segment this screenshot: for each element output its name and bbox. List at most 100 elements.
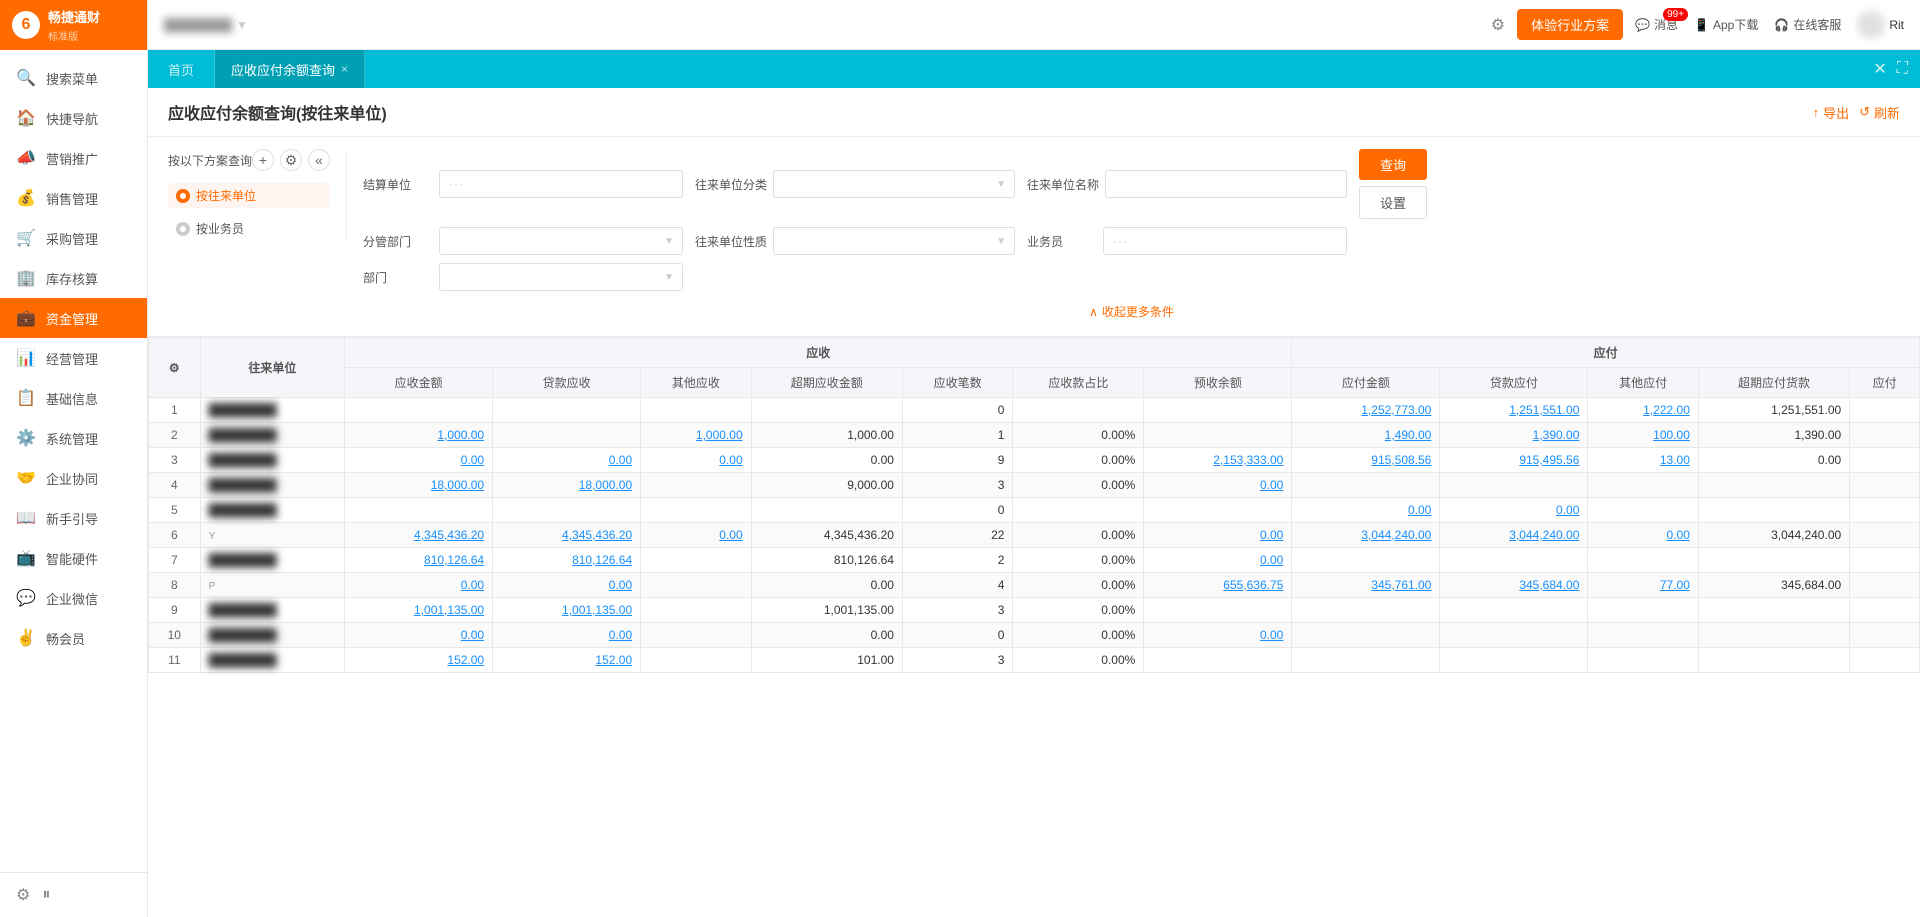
sidebar-item-operation[interactable]: 📊 经营管理 xyxy=(0,338,147,378)
row-ap-extra xyxy=(1850,548,1920,573)
row-ap-extra xyxy=(1850,398,1920,423)
sidebar-item-label: 采购管理 xyxy=(46,229,98,248)
settings-button[interactable]: 设置 xyxy=(1359,186,1427,219)
system-icon: ⚙️ xyxy=(16,428,36,448)
row-index: 8 xyxy=(149,573,201,598)
row-index: 6 xyxy=(149,523,201,548)
row-ar-count: 0 xyxy=(902,498,1013,523)
row-ar-amount: 1,000.00 xyxy=(345,423,493,448)
table-row: 9 ████████ 1,001,135.00 1,001,135.00 1,0… xyxy=(149,598,1920,623)
row-index: 2 xyxy=(149,423,201,448)
sidebar-item-label: 搜索菜单 xyxy=(46,69,98,88)
tab-home[interactable]: 首页 xyxy=(148,50,215,88)
dept-manager-input[interactable]: ▼ xyxy=(439,227,683,255)
sidebar-item-guide[interactable]: 📖 新手引导 xyxy=(0,498,147,538)
table-row: 11 ████████ 152.00 152.00 101.00 3 0.00% xyxy=(149,648,1920,673)
customer-service-btn[interactable]: 🎧 在线客服 xyxy=(1774,16,1841,33)
notification-btn[interactable]: 💬 消息 99+ xyxy=(1635,16,1678,33)
basic-icon: 📋 xyxy=(16,388,36,408)
settings-footer-icon[interactable]: ⚙ xyxy=(16,885,30,905)
tabbar-close-icon[interactable]: ✕ xyxy=(1873,59,1886,79)
export-button[interactable]: ↑ 导出 xyxy=(1813,103,1850,122)
refresh-label: 刷新 xyxy=(1874,103,1900,122)
scheme-by-staff[interactable]: 按业务员 xyxy=(168,216,330,241)
row-ap-extra xyxy=(1850,573,1920,598)
row-partner: ████████ xyxy=(200,598,345,623)
salesperson-input[interactable]: ··· xyxy=(1103,227,1347,255)
th-ar-loan: 贷款应收 xyxy=(493,368,641,398)
sidebar-item-enterprise-coop[interactable]: 🤝 企业协同 xyxy=(0,458,147,498)
home-icon: 🏠 xyxy=(16,108,36,128)
sidebar-item-label: 系统管理 xyxy=(46,429,98,448)
tab-receivable[interactable]: 应收应付余额查询 × xyxy=(215,50,365,88)
customer-service-icon: 🎧 xyxy=(1774,18,1789,32)
sidebar-item-search-menu[interactable]: 🔍 搜索菜单 xyxy=(0,58,147,98)
settlement-unit-input[interactable]: ··· xyxy=(439,170,683,198)
app-name: 畅捷通财 xyxy=(48,7,100,26)
partner-name-input[interactable] xyxy=(1105,170,1347,198)
sidebar-item-label: 企业协同 xyxy=(46,469,98,488)
sidebar-item-inventory[interactable]: 🏢 库存核算 xyxy=(0,258,147,298)
scheme-dot-partner xyxy=(176,189,190,203)
row-ap-overdue xyxy=(1698,548,1849,573)
row-ap-other xyxy=(1588,623,1699,648)
row-ar-other xyxy=(641,398,752,423)
sidebar-item-quick-nav[interactable]: 🏠 快捷导航 xyxy=(0,98,147,138)
sidebar-nav: 🔍 搜索菜单 🏠 快捷导航 📣 营销推广 💰 销售管理 🛒 采购管理 🏢 库存核… xyxy=(0,50,147,872)
row-prepaid: 0.00 xyxy=(1144,523,1292,548)
partner-category-input[interactable]: ▼ xyxy=(773,170,1015,198)
sidebar-item-purchase[interactable]: 🛒 采购管理 xyxy=(0,218,147,258)
row-ar-ratio: 0.00% xyxy=(1013,573,1144,598)
row-ap-other: 13.00 xyxy=(1588,448,1699,473)
row-ap-extra xyxy=(1850,473,1920,498)
sidebar-item-marketing[interactable]: 📣 营销推广 xyxy=(0,138,147,178)
row-ap-extra xyxy=(1850,598,1920,623)
field-label-dept: 部门 xyxy=(363,269,433,286)
sidebar-item-label: 销售管理 xyxy=(46,189,98,208)
sidebar-item-member[interactable]: ✌️ 畅会员 xyxy=(0,618,147,658)
row-ap-loan: 0.00 xyxy=(1440,498,1588,523)
sidebar-logo: 6 畅捷通财 标准版 xyxy=(0,0,147,50)
sidebar: 6 畅捷通财 标准版 🔍 搜索菜单 🏠 快捷导航 📣 营销推广 💰 销售管理 🛒… xyxy=(0,0,148,917)
filter-row-2: 分管部门 ▼ 往来单位性质 ▼ 业务员 xyxy=(363,227,1900,255)
industry-btn[interactable]: 体验行业方案 xyxy=(1517,9,1623,40)
edit-scheme-btn[interactable]: ⚙ xyxy=(280,149,302,171)
data-table-container[interactable]: ⚙ 往来单位 应收 应付 应收金额 贷款应收 其他应收 超期应收金额 应收笔数 … xyxy=(148,337,1920,917)
sidebar-item-enterprise-wechat[interactable]: 💬 企业微信 xyxy=(0,578,147,618)
row-ap-loan xyxy=(1440,623,1588,648)
sidebar-item-sales[interactable]: 💰 销售管理 xyxy=(0,178,147,218)
gear-icon[interactable]: ⚙ xyxy=(1491,15,1505,35)
row-ar-ratio: 0.00% xyxy=(1013,548,1144,573)
collapse-footer-icon[interactable]: ⏸ xyxy=(42,886,50,904)
row-ar-other xyxy=(641,623,752,648)
tab-close-icon[interactable]: × xyxy=(341,62,348,76)
th-ar-other: 其他应收 xyxy=(641,368,752,398)
collapse-scheme-btn[interactable]: « xyxy=(308,149,330,171)
dept-input[interactable]: ▼ xyxy=(439,263,683,291)
filter-collapse-btn[interactable]: ∧ 收起更多条件 xyxy=(363,299,1900,324)
add-scheme-btn[interactable]: + xyxy=(252,149,274,171)
user-info[interactable]: Rit xyxy=(1857,11,1904,39)
row-ar-other xyxy=(641,573,752,598)
sidebar-item-basic[interactable]: 📋 基础信息 xyxy=(0,378,147,418)
sidebar-item-smart-hw[interactable]: 📺 智能硬件 xyxy=(0,538,147,578)
sidebar-item-capital[interactable]: 💼 资金管理 xyxy=(0,298,147,338)
row-ap-overdue: 1,390.00 xyxy=(1698,423,1849,448)
row-ap-amount: 0.00 xyxy=(1292,498,1440,523)
scheme-by-partner[interactable]: 按往来单位 xyxy=(168,183,330,208)
sidebar-item-system[interactable]: ⚙️ 系统管理 xyxy=(0,418,147,458)
row-ar-loan: 152.00 xyxy=(493,648,641,673)
row-ar-amount xyxy=(345,398,493,423)
table-settings-th[interactable]: ⚙ xyxy=(149,338,201,398)
partner-nature-input[interactable]: ▼ xyxy=(773,227,1015,255)
row-ap-amount: 1,490.00 xyxy=(1292,423,1440,448)
field-label-partner-name: 往来单位名称 xyxy=(1027,176,1099,193)
query-button[interactable]: 查询 xyxy=(1359,149,1427,180)
tabbar-fullscreen-icon[interactable]: ⛶ xyxy=(1897,60,1908,78)
th-ap-amount: 应付金额 xyxy=(1292,368,1440,398)
dropdown-arrow: ▼ xyxy=(664,236,674,247)
row-ap-loan xyxy=(1440,548,1588,573)
app-download-btn[interactable]: 📱 App下载 xyxy=(1694,16,1758,33)
search-icon: 🔍 xyxy=(16,68,36,88)
refresh-button[interactable]: ↺ 刷新 xyxy=(1859,103,1900,122)
